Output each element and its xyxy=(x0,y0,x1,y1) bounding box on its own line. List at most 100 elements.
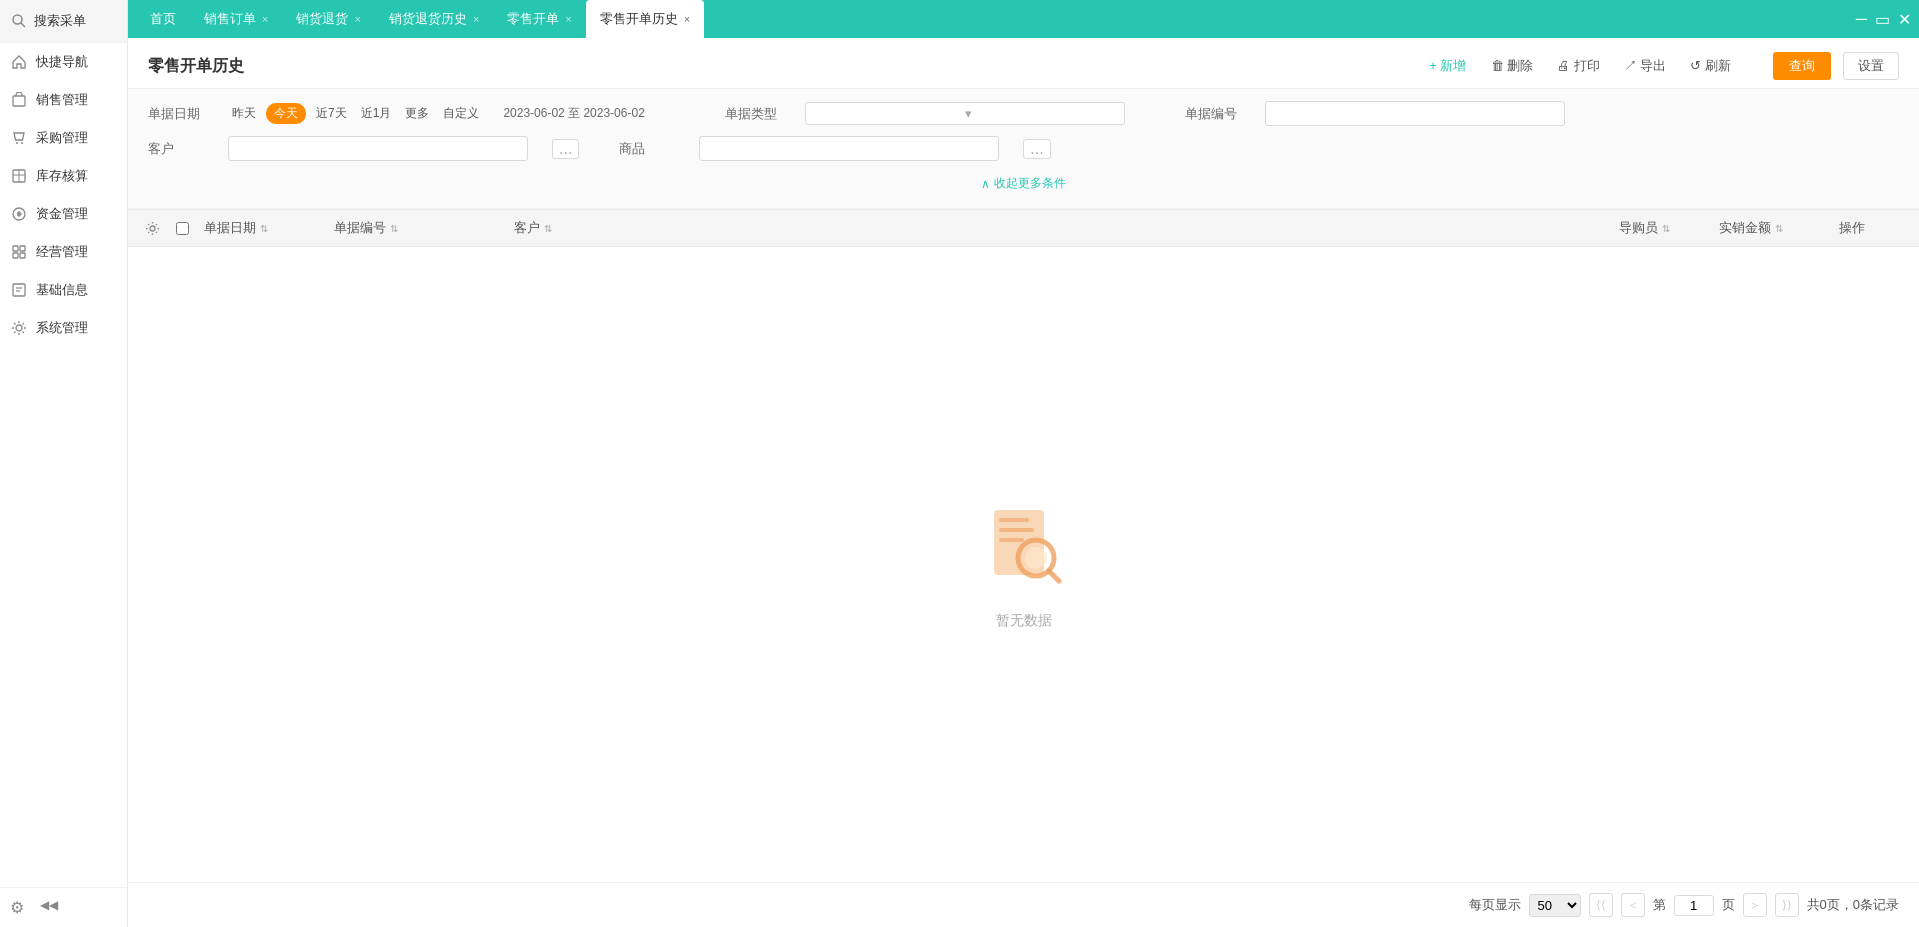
th-customer-sort: ⇅ xyxy=(544,223,552,234)
page-prev-btn[interactable]: ＜ xyxy=(1621,893,1645,917)
header-actions: + 新增 🗑 删除 🖨 打印 ↗ 导出 ↺ 刷新 查询 设置 xyxy=(1423,52,1899,80)
svg-point-3 xyxy=(16,142,18,144)
order-no-input[interactable] xyxy=(1265,101,1565,126)
sidebar-item-label: 基础信息 xyxy=(36,281,88,299)
date-opt-last7[interactable]: 近7天 xyxy=(312,103,351,124)
order-type-arrow: ▾ xyxy=(965,106,1116,121)
window-minimize-btn[interactable]: ─ xyxy=(1856,10,1867,28)
add-btn[interactable]: + 新增 xyxy=(1423,53,1472,79)
date-opt-yesterday[interactable]: 昨天 xyxy=(228,103,260,124)
window-close-btn[interactable]: ✕ xyxy=(1898,10,1911,29)
date-opt-today[interactable]: 今天 xyxy=(266,103,306,124)
tab-retail-open-history[interactable]: 零售开单历史 × xyxy=(586,0,704,38)
settings-bottom-icon[interactable]: ⚙ xyxy=(10,898,24,917)
svg-rect-12 xyxy=(20,253,25,258)
basic-info-icon xyxy=(10,281,28,299)
tab-sales-return[interactable]: 销货退货 × xyxy=(282,0,374,38)
page-first-btn[interactable]: ⟨⟨ xyxy=(1589,893,1613,917)
sidebar-item-purchase-mgmt[interactable]: 采购管理 xyxy=(0,119,127,157)
print-btn[interactable]: 🖨 打印 xyxy=(1551,53,1606,79)
display-detail-btn[interactable] xyxy=(1749,62,1761,70)
order-type-select[interactable]: ▾ xyxy=(805,102,1125,125)
tab-sales-order-close[interactable]: × xyxy=(262,13,268,25)
sidebar-search[interactable]: 搜索采单 xyxy=(0,0,127,43)
svg-line-24 xyxy=(1049,571,1059,581)
tab-retail-open-history-close[interactable]: × xyxy=(684,13,690,25)
date-range-display: 2023-06-02 至 2023-06-02 xyxy=(503,105,644,122)
tab-retail-open-close[interactable]: × xyxy=(565,13,571,25)
delete-btn[interactable]: 🗑 删除 xyxy=(1485,53,1540,79)
page-label-pre: 第 xyxy=(1653,896,1666,914)
refresh-btn[interactable]: ↺ 刷新 xyxy=(1684,53,1737,79)
th-order-no[interactable]: 单据编号 ⇅ xyxy=(326,219,506,237)
sidebar-item-operation-mgmt[interactable]: 经营管理 xyxy=(0,233,127,271)
sidebar-item-basic-info[interactable]: 基础信息 xyxy=(0,271,127,309)
total-info: 共0页，0条记录 xyxy=(1807,896,1899,914)
tab-sales-order[interactable]: 销售订单 × xyxy=(190,0,282,38)
page-size-select[interactable]: 50 20 100 xyxy=(1529,894,1581,917)
th-date[interactable]: 单据日期 ⇅ xyxy=(196,219,326,237)
sidebar-item-inventory[interactable]: 库存核算 xyxy=(0,157,127,195)
th-amount-sort: ⇅ xyxy=(1775,223,1783,234)
date-opt-more[interactable]: 更多 xyxy=(401,103,433,124)
customer-input[interactable] xyxy=(228,136,528,161)
select-all-input[interactable] xyxy=(176,222,189,235)
purchase-icon xyxy=(10,129,28,147)
svg-point-16 xyxy=(16,325,22,331)
window-restore-btn[interactable]: ▭ xyxy=(1875,10,1890,29)
export-btn[interactable]: ↗ 导出 xyxy=(1618,53,1673,79)
settings-button[interactable]: 设置 xyxy=(1843,52,1899,80)
goods-dots-btn[interactable]: ... xyxy=(1023,139,1050,159)
th-guide-label: 导购员 xyxy=(1619,219,1658,237)
th-op-label: 操作 xyxy=(1839,219,1865,237)
th-customer[interactable]: 客户 ⇅ xyxy=(506,219,1611,237)
th-amount[interactable]: 实销金额 ⇅ xyxy=(1711,219,1831,237)
date-opt-last-month[interactable]: 近1月 xyxy=(357,103,396,124)
svg-point-23 xyxy=(1025,547,1047,569)
sidebar-item-sales-mgmt[interactable]: 销售管理 xyxy=(0,81,127,119)
svg-rect-2 xyxy=(13,96,25,106)
sidebar-item-quick-nav[interactable]: 快捷导航 xyxy=(0,43,127,81)
sidebar-item-finance-mgmt[interactable]: 资金管理 xyxy=(0,195,127,233)
tab-sales-return-close[interactable]: × xyxy=(354,13,360,25)
page-last-btn[interactable]: ⟩⟩ xyxy=(1775,893,1799,917)
th-guide[interactable]: 导购员 ⇅ xyxy=(1611,219,1711,237)
svg-rect-19 xyxy=(999,518,1029,522)
table-header: 单据日期 ⇅ 单据编号 ⇅ 客户 ⇅ 导购员 ⇅ 实销金额 ⇅ xyxy=(128,209,1919,247)
customer-dots-btn[interactable]: ... xyxy=(552,139,579,159)
tab-sales-return-history-label: 销货退货历史 xyxy=(389,10,467,28)
query-button[interactable]: 查询 xyxy=(1773,52,1831,80)
tab-home-label: 首页 xyxy=(150,10,176,28)
date-opt-custom[interactable]: 自定义 xyxy=(439,103,483,124)
tab-retail-open-label: 零售开单 xyxy=(507,10,559,28)
tab-retail-open[interactable]: 零售开单 × xyxy=(493,0,585,38)
th-date-label: 单据日期 xyxy=(204,219,256,237)
th-customer-label: 客户 xyxy=(514,219,540,237)
tab-retail-open-history-label: 零售开单历史 xyxy=(600,10,678,28)
tab-home[interactable]: 首页 xyxy=(136,0,190,38)
goods-input[interactable] xyxy=(699,136,999,161)
sidebar-item-system-mgmt[interactable]: 系统管理 xyxy=(0,309,127,347)
tab-bar: 首页 销售订单 × 销货退货 × 销货退货历史 × 零售开单 × 零售开单历史 … xyxy=(128,0,1919,38)
collapse-sidebar-btn[interactable]: ◀◀ xyxy=(40,898,58,917)
page-number-input[interactable] xyxy=(1674,895,1714,916)
collapse-btn[interactable]: ∧ 收起更多条件 xyxy=(981,175,1066,192)
th-order-no-label: 单据编号 xyxy=(334,219,386,237)
table-settings-icon[interactable] xyxy=(136,221,168,236)
tab-sales-return-history-close[interactable]: × xyxy=(473,13,479,25)
content-area: 零售开单历史 + 新增 🗑 删除 🖨 打印 ↗ 导出 ↺ 刷新 查询 设置 单据… xyxy=(128,38,1919,927)
tab-sales-return-label: 销货退货 xyxy=(296,10,348,28)
sales-icon xyxy=(10,91,28,109)
th-guide-sort: ⇅ xyxy=(1662,223,1670,234)
select-all-checkbox[interactable] xyxy=(168,222,196,235)
filter-area: 单据日期 昨天 今天 近7天 近1月 更多 自定义 2023-06-02 至 2… xyxy=(128,89,1919,209)
sidebar-item-label: 库存核算 xyxy=(36,167,88,185)
th-amount-label: 实销金额 xyxy=(1719,219,1771,237)
home-icon xyxy=(10,53,28,71)
page-next-btn[interactable]: ＞ xyxy=(1743,893,1767,917)
empty-text: 暂无数据 xyxy=(996,612,1052,630)
order-type-label: 单据类型 xyxy=(725,105,785,123)
collapse-row: ∧ 收起更多条件 xyxy=(148,171,1899,196)
tab-sales-return-history[interactable]: 销货退货历史 × xyxy=(375,0,493,38)
svg-line-1 xyxy=(21,23,25,27)
